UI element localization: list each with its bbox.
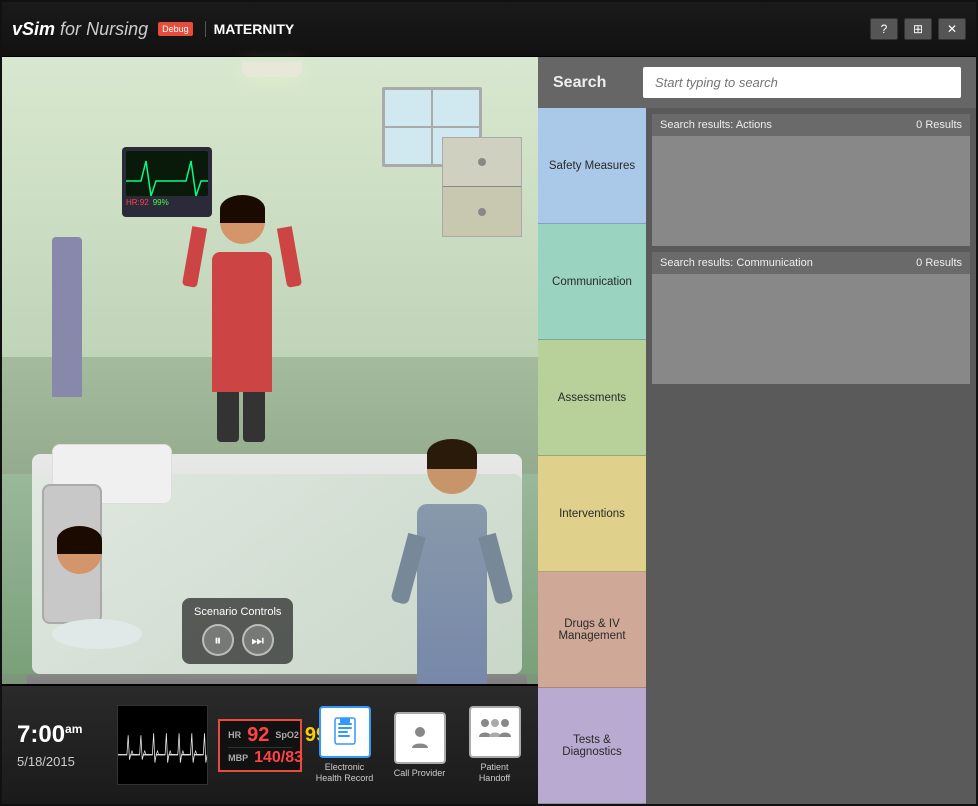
scenario-controls: Scenario Controls ⏸ ⏭ (182, 598, 293, 664)
pause-button[interactable]: ⏸ (202, 624, 234, 656)
main-content: HR:92 99% (2, 57, 976, 804)
category-safety[interactable]: Safety Measures (538, 108, 646, 224)
communication-results-header: Search results: Communication 0 Results (652, 252, 970, 274)
visitor-figure (202, 207, 282, 407)
category-assessments[interactable]: Assessments (538, 340, 646, 456)
communication-results-body (652, 274, 970, 384)
controls-buttons: ⏸ ⏭ (202, 624, 274, 656)
call-label: Call Provider (394, 768, 446, 779)
category-communication[interactable]: Communication (538, 224, 646, 340)
ecg-waveform (118, 706, 207, 784)
categories-column: Safety Measures Communication Assessment… (538, 108, 646, 804)
vital-monitor-wave (126, 151, 208, 196)
ehr-svg (329, 716, 361, 748)
forward-button[interactable]: ⏭ (242, 624, 274, 656)
patient-handoff-button[interactable]: PatientHandoff (462, 706, 527, 784)
for-text: for (60, 19, 86, 39)
vital-monitor-device: HR:92 99% (122, 147, 212, 217)
actions-results-section: Search results: Actions 0 Results (652, 114, 970, 246)
cabinet (442, 137, 522, 237)
time-clock: 7:00 (17, 721, 65, 748)
handoff-icon (469, 706, 521, 758)
communication-results-section: Search results: Communication 0 Results (652, 252, 970, 384)
nurse-body (417, 504, 487, 684)
visitor-body (212, 252, 272, 392)
patient-hair (57, 526, 102, 554)
app-container: vSim for Nursing Debug MATERNITY ? ⊞ ✕ (0, 0, 978, 806)
hr-row: HR 92 SpO2 99 (228, 725, 292, 745)
hr-value: 92 (247, 725, 269, 745)
visitor-head (220, 199, 265, 244)
time-display: 7:00am 5/18/2015 (17, 721, 107, 769)
ehr-icon (319, 706, 371, 758)
debug-badge: Debug (158, 22, 193, 36)
actions-results-body (652, 136, 970, 246)
ecg-display (117, 705, 208, 785)
status-bar: 7:00am 5/18/2015 (2, 684, 542, 804)
category-interventions[interactable]: Interventions (538, 456, 646, 572)
mbp-label: MBP (228, 753, 248, 763)
vital-monitor-screen (126, 151, 208, 196)
handoff-svg (475, 713, 515, 751)
communication-results-title: Search results: Communication (660, 257, 813, 269)
nurse-figure (402, 454, 502, 704)
grid-button[interactable]: ⊞ (904, 18, 932, 40)
results-column: Search results: Actions 0 Results Search… (646, 108, 976, 804)
actions-results-count: 0 Results (916, 119, 962, 131)
title-left: vSim for Nursing Debug MATERNITY (12, 19, 294, 40)
vital-monitor-labels: HR:92 99% (126, 198, 208, 207)
nurse-hair (427, 439, 477, 469)
categories-results-area: Safety Measures Communication Assessment… (538, 108, 976, 804)
date-value: 5/18/2015 (17, 754, 107, 769)
hr-label: HR (228, 730, 241, 740)
right-panel: Search Safety Measures Communication Ass… (538, 57, 976, 804)
patient-arm (52, 619, 142, 649)
time-ampm: am (65, 722, 82, 736)
call-icon (394, 712, 446, 764)
nursing-text: Nursing (86, 19, 148, 39)
actions-results-header: Search results: Actions 0 Results (652, 114, 970, 136)
visitor-legs (217, 392, 267, 442)
vitals-separator (228, 747, 292, 748)
overhead-light (242, 62, 302, 77)
title-right: ? ⊞ ✕ (870, 18, 966, 40)
ehr-label: ElectronicHealth Record (316, 762, 374, 784)
category-tests[interactable]: Tests & Diagnostics (538, 688, 646, 804)
actions-results-title: Search results: Actions (660, 119, 772, 131)
handoff-label: PatientHandoff (479, 762, 510, 784)
search-label: Search (553, 74, 633, 92)
headboard (52, 237, 82, 397)
mbp-row: MBP 140/83 (228, 750, 292, 766)
category-drugs[interactable]: Drugs & IV Management (538, 572, 646, 688)
call-provider-button[interactable]: Call Provider (387, 712, 452, 779)
simulation-area: HR:92 99% (2, 57, 542, 804)
call-svg (404, 722, 436, 754)
patient-head (57, 529, 102, 574)
brand-text: vSim for Nursing (12, 19, 148, 40)
scenario-controls-label: Scenario Controls (194, 606, 281, 618)
help-button[interactable]: ? (870, 18, 898, 40)
nurse-head (427, 444, 477, 494)
time-value: 7:00am (17, 721, 107, 750)
close-button[interactable]: ✕ (938, 18, 966, 40)
vsim-brand: vSim (12, 19, 55, 39)
vitals-panel: HR 92 SpO2 99 MBP 140/83 (218, 719, 302, 772)
mbp-value: 140/83 (254, 750, 303, 766)
maternity-label: MATERNITY (205, 21, 295, 37)
spo2-label: SpO2 (275, 730, 299, 740)
communication-results-count: 0 Results (916, 257, 962, 269)
title-bar: vSim for Nursing Debug MATERNITY ? ⊞ ✕ (2, 2, 976, 57)
visitor-hair (220, 195, 265, 223)
search-section: Search (538, 57, 976, 108)
ehr-button[interactable]: ElectronicHealth Record (312, 706, 377, 784)
search-input[interactable] (643, 67, 961, 98)
